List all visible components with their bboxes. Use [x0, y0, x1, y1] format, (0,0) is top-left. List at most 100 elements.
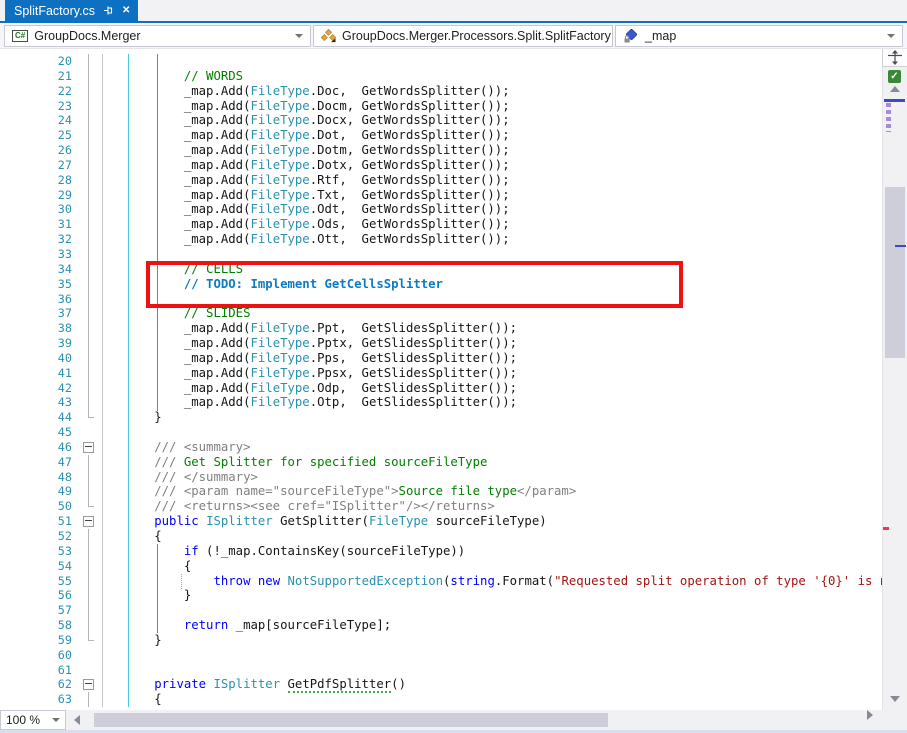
breakpoint-margin[interactable] — [0, 395, 22, 410]
breakpoint-margin[interactable] — [0, 217, 22, 232]
outline-guide — [88, 618, 89, 633]
editor-status-bar: 100 % — [0, 710, 907, 730]
breakpoint-margin[interactable] — [0, 499, 22, 514]
collapse-toggle[interactable] — [83, 679, 94, 691]
code-token: _map.Add( — [95, 380, 251, 395]
line-number: 45 — [57, 425, 72, 440]
line-number: 57 — [57, 603, 72, 618]
code-token: .Otp, GetSlidesSplitter()); — [309, 395, 518, 410]
scrollbar-thumb[interactable] — [885, 187, 905, 358]
breakpoint-margin[interactable] — [0, 544, 22, 559]
collapse-toggle[interactable] — [83, 516, 94, 528]
outline-guide — [88, 380, 89, 396]
outline-guide — [102, 232, 103, 247]
breakpoint-margin[interactable] — [0, 425, 22, 440]
code-token: _map.Add( — [95, 217, 251, 232]
breakpoint-margin[interactable] — [0, 574, 22, 589]
breakpoint-margin[interactable] — [0, 351, 22, 366]
line-number: 22 — [57, 83, 72, 98]
breakpoint-margin[interactable] — [0, 470, 22, 485]
zoom-selector[interactable]: 100 % — [0, 710, 66, 730]
breakpoint-margin[interactable] — [0, 247, 22, 262]
code-line: 59 } — [0, 632, 882, 648]
breakpoint-margin[interactable] — [0, 188, 22, 203]
code-line: 50 /// <returns><see cref="ISplitter"/><… — [0, 499, 882, 515]
breakpoint-margin[interactable] — [0, 514, 22, 529]
horizontal-scrollbar[interactable] — [80, 710, 907, 730]
line-number: 39 — [57, 336, 72, 351]
breakpoint-margin[interactable] — [0, 336, 22, 351]
breakpoint-margin[interactable] — [0, 262, 22, 277]
breakpoint-margin[interactable] — [0, 484, 22, 499]
code-token: _map.Add( — [95, 113, 251, 128]
breakpoint-margin[interactable] — [0, 232, 22, 247]
scrollbar-up-button[interactable] — [890, 86, 900, 92]
code-token: // WORDS — [95, 68, 244, 83]
breakpoint-margin[interactable] — [0, 663, 22, 678]
code-token: throw — [213, 573, 251, 588]
breakpoint-margin[interactable] — [0, 277, 22, 292]
code-health-check-icon[interactable]: ✓ — [888, 70, 901, 83]
outline-guide — [102, 98, 103, 114]
type-dropdown[interactable]: GroupDocs.Merger.Processors.Split.SplitF… — [313, 24, 625, 47]
breakpoint-margin[interactable] — [0, 158, 22, 173]
code-token: _map.Add( — [95, 395, 251, 410]
outline-guide — [102, 558, 103, 574]
breakpoint-margin[interactable] — [0, 410, 22, 425]
line-number: 50 — [57, 499, 72, 514]
member-dropdown[interactable]: _map — [615, 24, 903, 47]
line-number: 38 — [57, 321, 72, 336]
breakpoint-margin[interactable] — [0, 440, 22, 455]
split-editor-handle[interactable] — [882, 49, 907, 67]
breakpoint-margin[interactable] — [0, 306, 22, 321]
breakpoint-margin[interactable] — [0, 455, 22, 470]
code-token: NotSupportedException — [287, 573, 444, 588]
breakpoint-margin[interactable] — [0, 69, 22, 84]
collapse-toggle[interactable] — [83, 441, 94, 453]
breakpoint-margin[interactable] — [0, 54, 22, 69]
pin-icon[interactable] — [103, 5, 114, 16]
code-token: FileType — [250, 395, 310, 410]
breakpoint-margin[interactable] — [0, 321, 22, 336]
breakpoint-margin[interactable] — [0, 529, 22, 544]
breakpoint-margin[interactable] — [0, 292, 22, 307]
hscrollbar-thumb[interactable] — [94, 713, 608, 727]
close-icon[interactable]: ✕ — [122, 5, 130, 16]
breakpoint-margin[interactable] — [0, 366, 22, 381]
breakpoint-margin[interactable] — [0, 128, 22, 143]
breakpoint-margin[interactable] — [0, 633, 22, 648]
outline-guide — [102, 291, 103, 307]
app-window: SplitFactory.cs ✕ C# GroupDocs.Merger Gr… — [0, 0, 907, 733]
code-token: .Odt, GetWordsSplitter()); — [309, 202, 510, 217]
outline-guide — [88, 54, 89, 69]
breakpoint-margin[interactable] — [0, 113, 22, 128]
line-number: 47 — [57, 454, 72, 469]
breakpoint-margin[interactable] — [0, 648, 22, 663]
breakpoint-margin[interactable] — [0, 603, 22, 618]
breakpoint-margin[interactable] — [0, 692, 22, 707]
outline-guide — [88, 172, 89, 188]
breakpoint-margin[interactable] — [0, 618, 22, 633]
scrollbar-down-button[interactable] — [890, 696, 900, 702]
breakpoint-margin[interactable] — [0, 173, 22, 188]
vertical-scrollbar[interactable]: ✓ — [882, 49, 907, 710]
breakpoint-margin[interactable] — [0, 202, 22, 217]
line-number: 59 — [57, 632, 72, 647]
hscrollbar-right-button[interactable] — [867, 710, 873, 720]
breakpoint-margin[interactable] — [0, 588, 22, 603]
document-tab[interactable]: SplitFactory.cs ✕ — [5, 0, 139, 21]
project-dropdown[interactable]: C# GroupDocs.Merger — [4, 24, 311, 47]
breakpoint-margin[interactable] — [0, 84, 22, 99]
breakpoint-margin[interactable] — [0, 677, 22, 692]
code-line: 43 _map.Add(FileType.Otp, GetSlidesSplit… — [0, 395, 882, 411]
breakpoint-margin[interactable] — [0, 381, 22, 396]
code-editor[interactable]: 20 21 // WORDS 22 _map.Add(FileType.Doc, G… — [0, 49, 882, 710]
outline-guide — [102, 543, 103, 559]
code-token: _map.Add( — [95, 202, 251, 217]
breakpoint-margin[interactable] — [0, 559, 22, 574]
line-number: 53 — [57, 543, 72, 558]
breakpoint-margin[interactable] — [0, 99, 22, 114]
breakpoint-margin[interactable] — [0, 143, 22, 158]
